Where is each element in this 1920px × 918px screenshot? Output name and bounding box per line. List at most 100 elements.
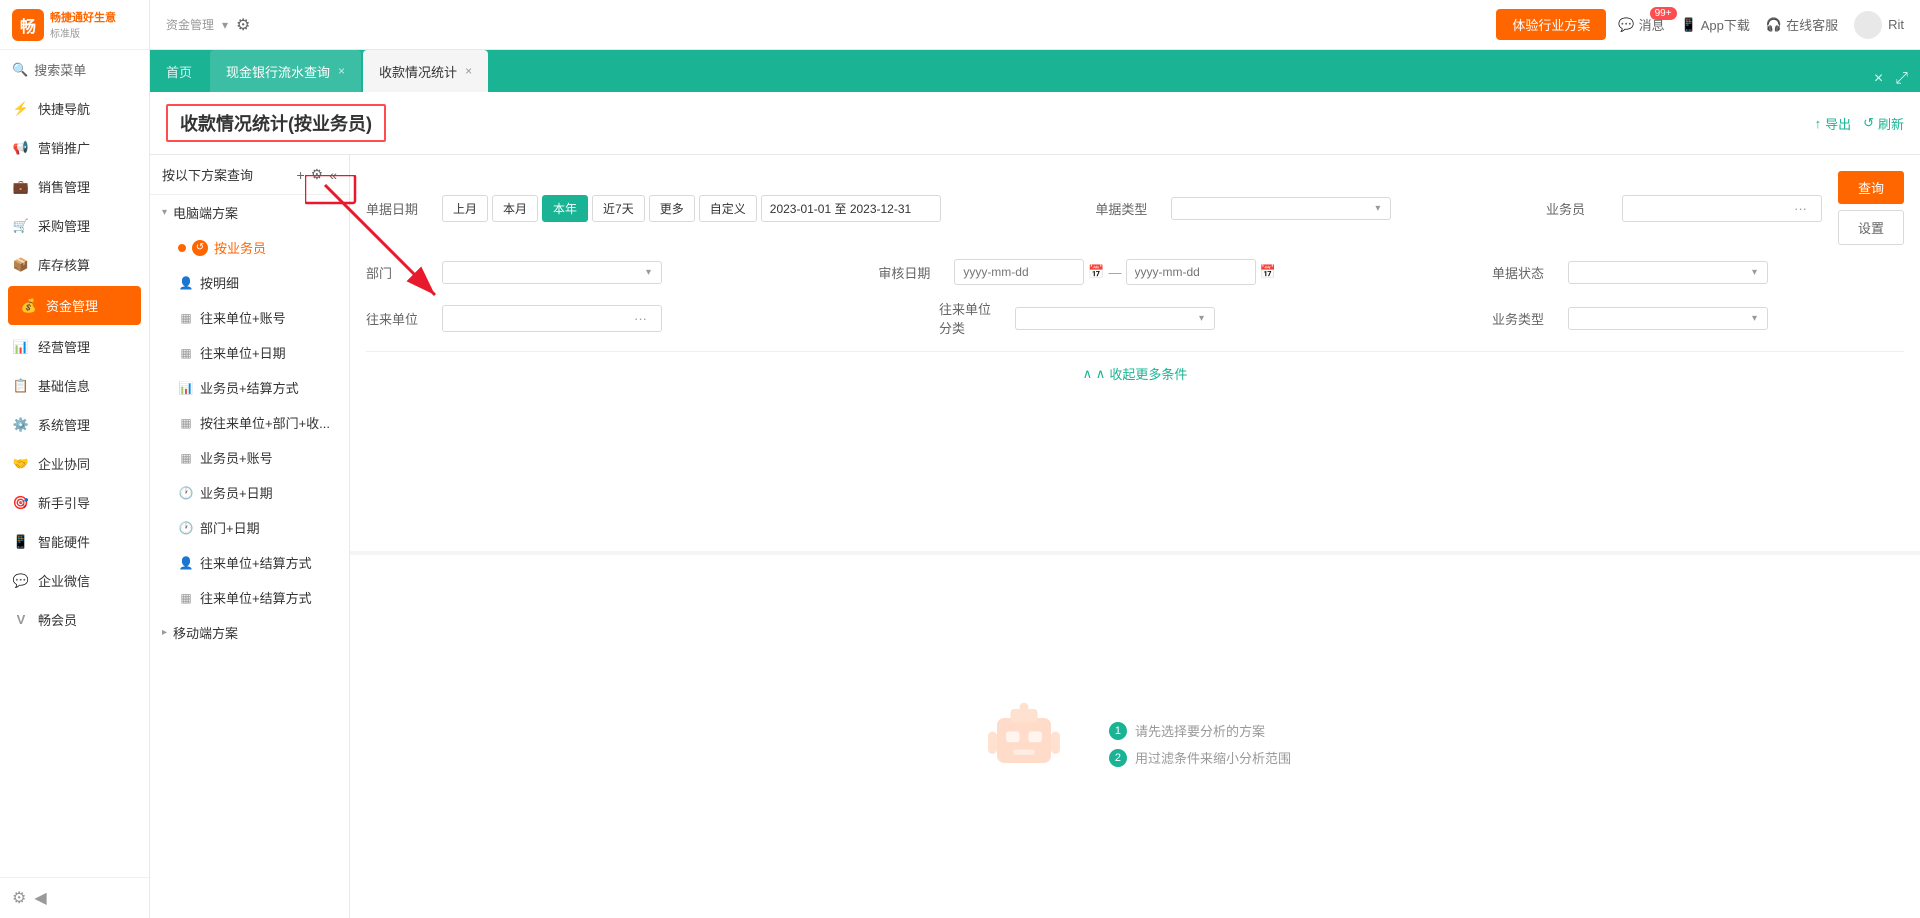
- system-icon: ⚙️: [12, 416, 30, 434]
- tab-receipt-stats-close[interactable]: ×: [465, 64, 472, 78]
- scheme-item-by-detail[interactable]: 👤 按明细: [150, 265, 349, 300]
- scheme-item-salesman-account[interactable]: ▦ 业务员+账号: [150, 440, 349, 475]
- scheme-item-salesman-date[interactable]: 🕐 业务员+日期: [150, 475, 349, 510]
- by-detail-icon: 👤: [178, 275, 194, 291]
- scheme-item-unit-settle2[interactable]: ▦ 往来单位+结算方式: [150, 580, 349, 615]
- refresh-button[interactable]: ↺ 刷新: [1863, 114, 1904, 133]
- collapse-bar[interactable]: ∧ ∧ 收起更多条件: [366, 351, 1904, 395]
- scheme-group-mobile-header[interactable]: ▸ 移动端方案: [150, 615, 349, 650]
- scheme-group-desktop-label: 电脑端方案: [173, 203, 238, 222]
- sidebar-item-system[interactable]: ⚙️ 系统管理: [0, 405, 149, 444]
- filter-container: 单据日期 上月 本月 本年 近7天 更多 自定义 2023-01-01 至 20…: [350, 155, 1920, 918]
- counterpart-more-icon[interactable]: ···: [630, 311, 651, 326]
- sidebar-item-operation[interactable]: 📊 经营管理: [0, 327, 149, 366]
- trial-button[interactable]: 体验行业方案: [1496, 9, 1606, 40]
- sidebar-item-enterprise[interactable]: 🤝 企业协同: [0, 444, 149, 483]
- search-icon: 🔍: [12, 62, 28, 78]
- salesman-label: 业务员: [1546, 199, 1606, 218]
- date-separator: —: [1109, 265, 1122, 280]
- unit-date-icon: ▦: [178, 345, 194, 361]
- settings-gear-icon[interactable]: ⚙: [236, 15, 250, 35]
- review-date-end[interactable]: [1126, 259, 1256, 285]
- scheme-item-unit-dept-recv[interactable]: ▦ 按往来单位+部门+收...: [150, 405, 349, 440]
- main-area: 资金管理 ▾ ⚙ 体验行业方案 💬 消息 99+ 📱 App下载 🎧 在线客服 …: [150, 0, 1920, 918]
- date-btn-custom[interactable]: 自定义: [699, 195, 757, 222]
- settings-button[interactable]: 设置: [1838, 210, 1904, 245]
- sidebar-item-purchase[interactable]: 🛒 采购管理: [0, 206, 149, 245]
- salesman-date-icon: 🕐: [178, 485, 194, 501]
- review-end-cal-icon[interactable]: 📅: [1260, 264, 1276, 280]
- sidebar-collapse-icon[interactable]: ◀: [34, 888, 46, 908]
- counterpart-select[interactable]: ···: [442, 305, 662, 332]
- sidebar-bottom: ⚙ ◀: [0, 877, 149, 918]
- sidebar-item-member[interactable]: V 畅会员: [0, 600, 149, 639]
- tab-bank-flow-close[interactable]: ×: [338, 64, 345, 78]
- query-button[interactable]: 查询: [1838, 171, 1904, 204]
- business-type-select[interactable]: ▾: [1568, 307, 1768, 330]
- tab-expand[interactable]: ⤢: [1891, 66, 1912, 92]
- scheme-title: 按以下方案查询: [162, 165, 253, 184]
- sidebar-item-hardware[interactable]: 📱 智能硬件: [0, 522, 149, 561]
- date-btn-this-month[interactable]: 本月: [492, 195, 538, 222]
- scheme-item-unit-date[interactable]: ▦ 往来单位+日期: [150, 335, 349, 370]
- date-btn-more[interactable]: 更多: [649, 195, 695, 222]
- sidebar: 畅 畅捷通好生意 标准版 🔍 搜索菜单 ⚡ 快捷导航 📢 营销推广 💼 销售管理…: [0, 0, 150, 918]
- message-area[interactable]: 💬 消息 99+: [1618, 15, 1664, 34]
- export-button[interactable]: ↑ 导出: [1815, 114, 1852, 133]
- tab-bank-flow[interactable]: 现金银行流水查询 ×: [210, 50, 361, 92]
- salesman-select[interactable]: ···: [1622, 195, 1822, 222]
- empty-illustration: [979, 691, 1069, 781]
- date-btn-this-year[interactable]: 本年: [542, 195, 588, 222]
- review-start-cal-icon[interactable]: 📅: [1088, 264, 1104, 280]
- message-badge: 99+: [1650, 7, 1677, 20]
- voucher-type-select[interactable]: ▾: [1171, 197, 1391, 220]
- scheme-group-desktop-header[interactable]: ▾ 电脑端方案: [150, 195, 349, 230]
- date-options-group: 上月 本月 本年 近7天 更多 自定义 2023-01-01 至 2023-12…: [442, 195, 941, 222]
- dept-select[interactable]: ▾: [442, 261, 662, 284]
- top-bar-right: 💬 消息 99+ 📱 App下载 🎧 在线客服 Rit: [1618, 11, 1904, 39]
- user-area[interactable]: Rit: [1854, 11, 1904, 39]
- scheme-collapse-icon[interactable]: «: [329, 167, 337, 183]
- sidebar-settings-icon[interactable]: ⚙: [12, 888, 26, 908]
- page-content: 收款情况统计(按业务员) ↑ 导出 ↺ 刷新 按以下方案查询: [150, 92, 1920, 918]
- voucher-type-label: 单据类型: [1095, 199, 1155, 218]
- voucher-status-label: 单据状态: [1492, 263, 1552, 282]
- user-name: Rit: [1888, 17, 1904, 32]
- content-body: 按以下方案查询 + ⚙ « ▾ 电脑端方案: [150, 155, 1920, 918]
- voucher-status-select[interactable]: ▾: [1568, 261, 1768, 284]
- tab-close-all[interactable]: ×: [1870, 66, 1887, 92]
- tab-receipt-stats[interactable]: 收款情况统计 ×: [363, 50, 488, 92]
- sidebar-item-guide[interactable]: 🎯 新手引导: [0, 483, 149, 522]
- logo-area: 畅 畅捷通好生意 标准版: [0, 0, 149, 50]
- date-btn-last-month[interactable]: 上月: [442, 195, 488, 222]
- review-date-start[interactable]: [954, 259, 1084, 285]
- sidebar-search[interactable]: 🔍 搜索菜单: [0, 50, 149, 89]
- scheme-item-unit-settle1[interactable]: 👤 往来单位+结算方式: [150, 545, 349, 580]
- sidebar-item-marketing[interactable]: 📢 营销推广: [0, 128, 149, 167]
- sidebar-item-basic[interactable]: 📋 基础信息: [0, 366, 149, 405]
- page-header-actions: ↑ 导出 ↺ 刷新: [1815, 114, 1904, 133]
- review-date-group: 📅 — 📅: [954, 259, 1275, 285]
- online-service[interactable]: 🎧 在线客服: [1766, 15, 1838, 34]
- app-download[interactable]: 📱 App下载: [1681, 15, 1750, 34]
- counterpart-category-label: 往来单位分类: [939, 299, 999, 337]
- counterpart-category-select[interactable]: ▾: [1015, 307, 1215, 330]
- scheme-item-unit-account[interactable]: ▦ 往来单位+账号: [150, 300, 349, 335]
- scheme-item-salesman-settle[interactable]: 📊 业务员+结算方式: [150, 370, 349, 405]
- sidebar-item-quick-nav[interactable]: ⚡ 快捷导航: [0, 89, 149, 128]
- scheme-group-desktop: ▾ 电脑端方案 ↺ 按业务员 👤 按明细: [150, 195, 349, 615]
- sidebar-item-finance[interactable]: 💰 资金管理: [8, 286, 141, 325]
- refresh-icon: ↺: [1863, 115, 1874, 131]
- scheme-item-dept-date[interactable]: 🕐 部门+日期: [150, 510, 349, 545]
- sidebar-item-inventory[interactable]: 📦 库存核算: [0, 245, 149, 284]
- sidebar-item-sales[interactable]: 💼 销售管理: [0, 167, 149, 206]
- salesman-more-icon[interactable]: ···: [1790, 201, 1811, 216]
- business-type-chevron: ▾: [1752, 313, 1757, 324]
- tab-home[interactable]: 首页: [150, 50, 208, 92]
- scheme-item-by-salesman[interactable]: ↺ 按业务员: [150, 230, 349, 265]
- enterprise-icon: 🤝: [12, 455, 30, 473]
- scheme-add-icon[interactable]: +: [296, 167, 304, 183]
- date-btn-7days[interactable]: 近7天: [592, 195, 645, 222]
- sidebar-item-wechat[interactable]: 💬 企业微信: [0, 561, 149, 600]
- scheme-settings-icon[interactable]: ⚙: [311, 166, 324, 183]
